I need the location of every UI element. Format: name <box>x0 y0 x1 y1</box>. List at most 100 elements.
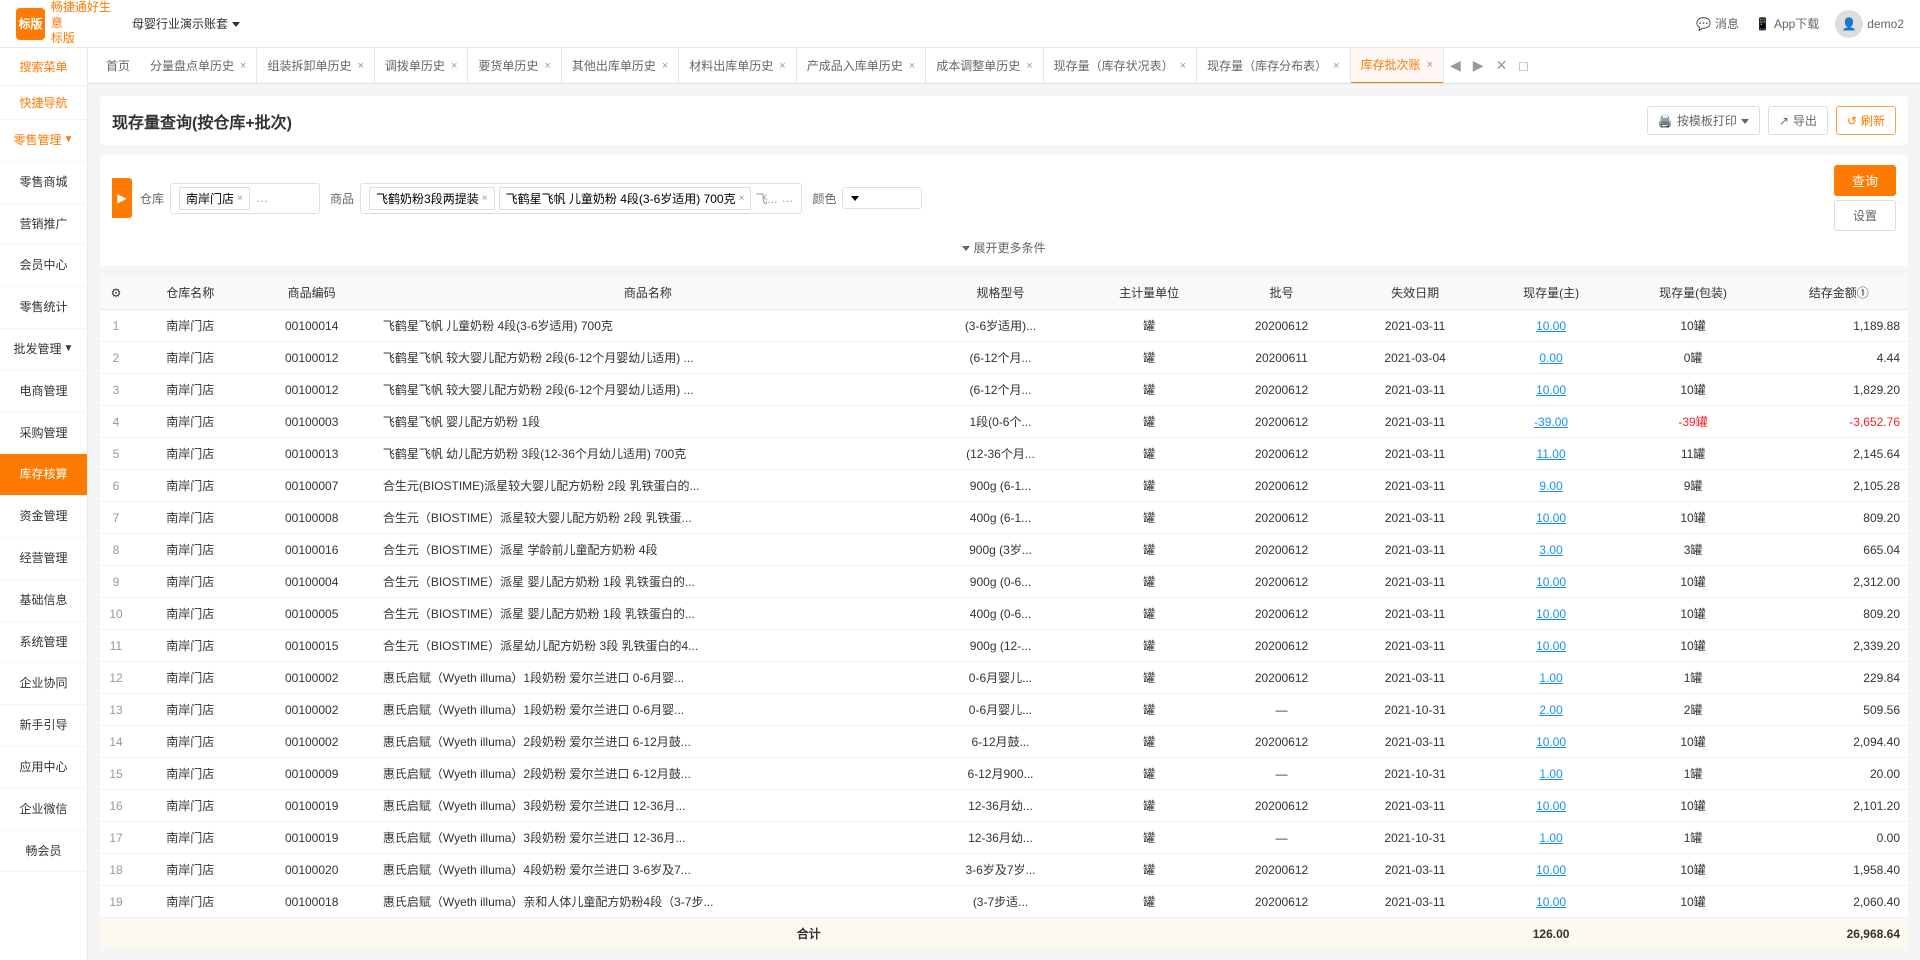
row-spec: 900g (12-... <box>921 630 1080 662</box>
sidebar-item-retail-mgmt[interactable]: 零售管理 ▼ <box>0 120 87 162</box>
export-btn[interactable]: ↗ 导出 <box>1768 106 1828 135</box>
row-qty-main[interactable]: 9.00 <box>1486 470 1617 502</box>
sidebar-item-app-center[interactable]: 应用中心 <box>0 747 87 789</box>
tab-close-other-out[interactable]: × <box>662 60 668 72</box>
tab-adjust[interactable]: 调拨单历史 × <box>375 48 468 84</box>
messages-btn[interactable]: 💬 消息 <box>1696 15 1739 32</box>
tab-batch[interactable]: 库存批次账 × <box>1351 48 1444 84</box>
row-qty-main[interactable]: 10.00 <box>1486 886 1617 918</box>
tab-other-out[interactable]: 其他出库单历史 × <box>562 48 679 84</box>
tab-close-material-out[interactable]: × <box>779 60 785 72</box>
tab-stock-status[interactable]: 现存量（库存状况表） × <box>1044 48 1197 84</box>
goods-tag-2-close[interactable]: × <box>739 193 745 204</box>
goods-more-btn[interactable]: 飞... <box>755 190 777 207</box>
color-tag-area[interactable] <box>842 187 922 209</box>
sidebar-item-operations[interactable]: 经营管理 <box>0 538 87 580</box>
sidebar-item-finance[interactable]: 资金管理 <box>0 496 87 538</box>
tab-close-request[interactable]: × <box>544 60 550 72</box>
goods-tag-1-close[interactable]: × <box>482 193 488 204</box>
row-qty-main[interactable]: 10.00 <box>1486 502 1617 534</box>
expand-more-conditions-btn[interactable]: 展开更多条件 <box>962 239 1045 256</box>
tab-close-disassemble[interactable]: × <box>357 60 363 72</box>
row-qty-main[interactable]: 10.00 <box>1486 598 1617 630</box>
row-qty-main[interactable]: 10.00 <box>1486 790 1617 822</box>
tab-close-adjust[interactable]: × <box>451 60 457 72</box>
sidebar-quick-nav-btn[interactable]: 快捷导航 <box>0 86 87 120</box>
warehouse-more-btn[interactable]: … <box>256 191 268 205</box>
row-warehouse: 南岸门店 <box>132 822 249 854</box>
table-scroll[interactable]: ⚙ 仓库名称 商品编码 商品名称 规格型号 主计量单位 批号 失效日期 现存量(… <box>100 276 1908 948</box>
row-qty-main[interactable]: 1.00 <box>1486 662 1617 694</box>
tab-nav-left[interactable]: ◀ <box>1444 57 1467 74</box>
row-name: 飞鹤星飞帆 较大婴儿配方奶粉 2段(6-12个月婴幼儿适用) ... <box>375 342 921 374</box>
row-qty-main[interactable]: 3.00 <box>1486 534 1617 566</box>
tab-cost-adjust[interactable]: 成本调整单历史 × <box>926 48 1043 84</box>
tab-close-product-in[interactable]: × <box>909 60 915 72</box>
row-spec: 6-12月鼓... <box>921 726 1080 758</box>
tab-stock-dist[interactable]: 现存量（库存分布表） × <box>1197 48 1350 84</box>
sidebar-item-wholesale[interactable]: 批发管理 ▼ <box>0 329 87 371</box>
tab-close-batch[interactable]: × <box>1427 59 1433 71</box>
tab-close-all[interactable]: ✕ <box>1490 57 1514 74</box>
th-settings[interactable]: ⚙ <box>100 276 132 310</box>
warehouse-tag-area[interactable]: 南岸门店 × … <box>170 183 320 214</box>
row-qty-main[interactable]: 0.00 <box>1486 342 1617 374</box>
sidebar-item-retail-stats[interactable]: 零售统计 <box>0 287 87 329</box>
row-qty-main[interactable]: 11.00 <box>1486 438 1617 470</box>
row-amount: 509.56 <box>1770 694 1908 726</box>
sidebar-item-inventory[interactable]: 库存核算 <box>0 454 87 496</box>
tab-home[interactable]: 首页 <box>96 57 140 74</box>
tab-material-out[interactable]: 材料出库单历史 × <box>679 48 796 84</box>
tab-disassemble[interactable]: 组装拆卸单历史 × <box>257 48 374 84</box>
row-qty-main[interactable]: 10.00 <box>1486 726 1617 758</box>
row-qty-main[interactable]: 2.00 <box>1486 694 1617 726</box>
row-qty-main[interactable]: 10.00 <box>1486 630 1617 662</box>
row-qty-main[interactable]: -39.00 <box>1486 406 1617 438</box>
warehouse-tag-close[interactable]: × <box>237 193 243 204</box>
sidebar-search-btn[interactable]: 搜索菜单 <box>0 48 87 86</box>
tab-product-in[interactable]: 产成品入库单历史 × <box>797 48 926 84</box>
settings-button[interactable]: 设置 <box>1834 200 1896 231</box>
row-spec: 1段(0-6个... <box>921 406 1080 438</box>
tab-close-split-inventory[interactable]: × <box>240 60 246 72</box>
goods-tag-area[interactable]: 飞鹤奶粉3段两提装 × 飞鹤星飞帆 儿童奶粉 4段(3-6岁适用) 700克 ×… <box>360 183 802 214</box>
goods-ellipsis-btn[interactable]: … <box>781 191 793 205</box>
workspace-selector[interactable]: 母婴行业演示账套 <box>132 15 240 32</box>
tab-nav-right[interactable]: ▶ <box>1467 57 1490 74</box>
row-spec: 0-6月婴儿... <box>921 662 1080 694</box>
sidebar-item-retail-shop[interactable]: 零售商城 <box>0 162 87 204</box>
row-expire: 2021-10-31 <box>1345 694 1486 726</box>
query-button[interactable]: 查询 <box>1834 165 1896 196</box>
row-qty-main[interactable]: 10.00 <box>1486 374 1617 406</box>
download-icon: 📱 <box>1755 17 1770 31</box>
tab-split-inventory[interactable]: 分量盘点单历史 × <box>140 48 257 84</box>
tab-request[interactable]: 要货单历史 × <box>468 48 561 84</box>
sidebar-item-basic[interactable]: 基础信息 <box>0 580 87 622</box>
row-qty-main[interactable]: 1.00 <box>1486 822 1617 854</box>
row-unit: 罐 <box>1080 822 1218 854</box>
sidebar-item-ecommerce[interactable]: 电商管理 <box>0 371 87 413</box>
row-qty-main[interactable]: 10.00 <box>1486 854 1617 886</box>
print-btn[interactable]: 🖨️ 按模板打印 <box>1647 106 1760 135</box>
tab-close-stock-status[interactable]: × <box>1180 60 1186 72</box>
sidebar-item-purchase[interactable]: 采购管理 <box>0 413 87 455</box>
sidebar-item-marketing[interactable]: 营销推广 <box>0 204 87 246</box>
tab-close-cost-adjust[interactable]: × <box>1026 60 1032 72</box>
sidebar-item-vip-members[interactable]: 畅会员 <box>0 831 87 873</box>
row-qty-main[interactable]: 10.00 <box>1486 310 1617 342</box>
app-download-btn[interactable]: 📱 App下载 <box>1755 15 1819 32</box>
refresh-btn[interactable]: ↺ 刷新 <box>1836 106 1896 135</box>
row-num: 4 <box>100 406 132 438</box>
row-qty-main[interactable]: 1.00 <box>1486 758 1617 790</box>
user-avatar-btn[interactable]: 👤 demo2 <box>1835 10 1904 38</box>
sidebar-item-system[interactable]: 系统管理 <box>0 622 87 664</box>
row-warehouse: 南岸门店 <box>132 438 249 470</box>
filter-expand-arrow-btn[interactable]: ▶ <box>112 178 132 218</box>
sidebar-item-members[interactable]: 会员中心 <box>0 245 87 287</box>
row-qty-main[interactable]: 10.00 <box>1486 566 1617 598</box>
tab-close-stock-dist[interactable]: × <box>1333 60 1339 72</box>
sidebar-item-enterprise-wechat[interactable]: 企业微信 <box>0 789 87 831</box>
sidebar-item-enterprise[interactable]: 企业协同 <box>0 663 87 705</box>
sidebar-item-guide[interactable]: 新手引导 <box>0 705 87 747</box>
tab-maximize[interactable]: □ <box>1513 58 1533 74</box>
